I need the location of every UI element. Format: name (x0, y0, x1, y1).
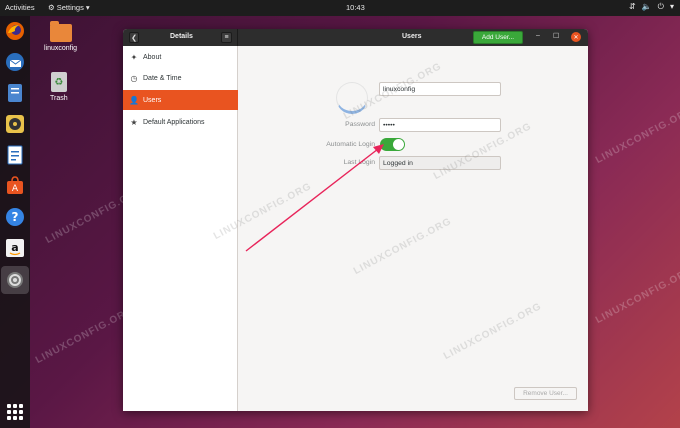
annotation-arrow (245, 144, 384, 252)
